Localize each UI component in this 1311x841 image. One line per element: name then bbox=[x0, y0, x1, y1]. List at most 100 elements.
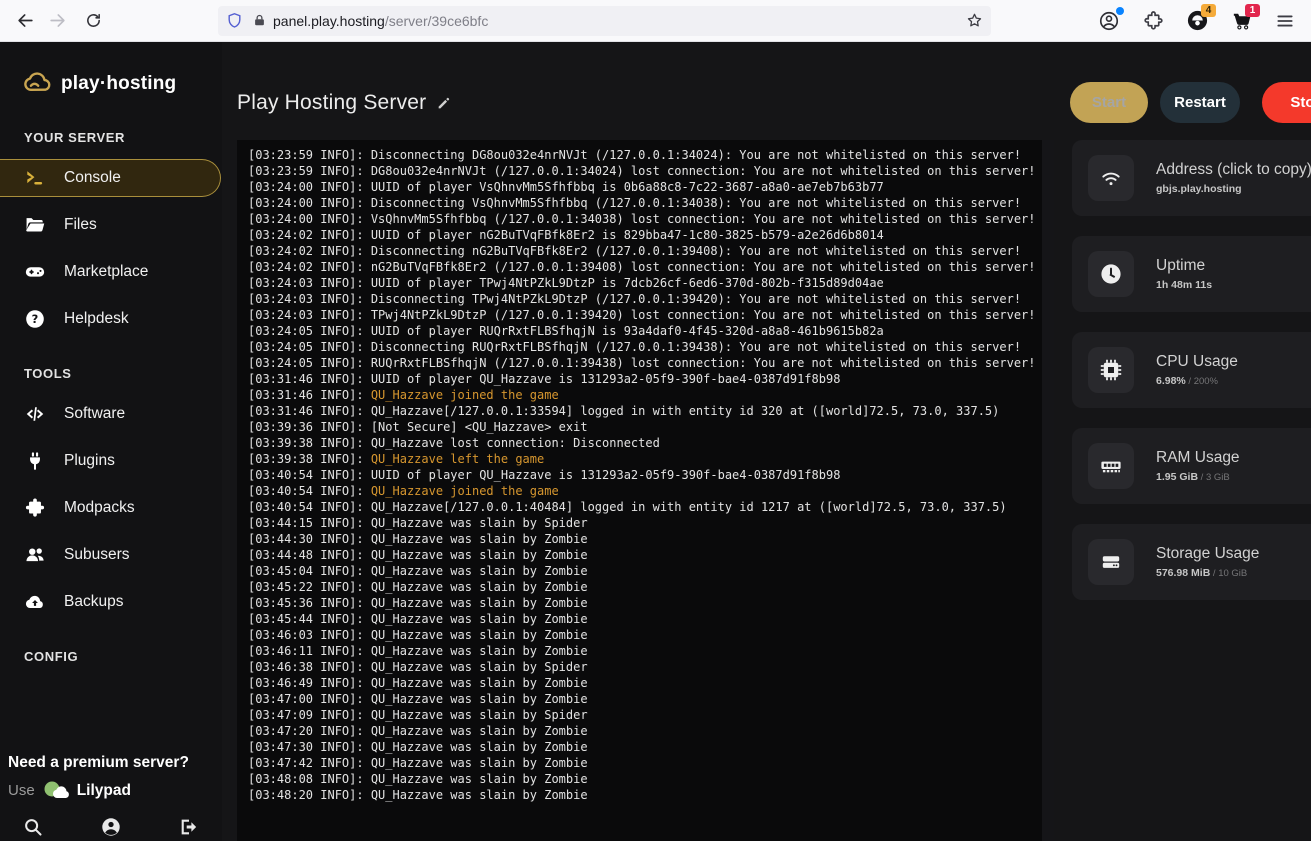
stat-card-uptime: Uptime 1h 48m 11s bbox=[1072, 236, 1311, 312]
log-line: [03:24:02 INFO]: Disconnecting nG2BuTVqF… bbox=[248, 244, 1022, 258]
sidebar-item-label: Backups bbox=[64, 593, 124, 610]
console-output[interactable]: [03:23:59 INFO]: Disconnecting DG8ou032e… bbox=[237, 140, 1054, 841]
log-line: [03:40:54 INFO]: QU_Hazzave joined the g… bbox=[248, 484, 559, 498]
console-log: [03:23:59 INFO]: Disconnecting DG8ou032e… bbox=[248, 147, 1040, 803]
sidebar-nav: YOUR SERVER Console Files Marketplace? Helpd… bbox=[0, 130, 222, 678]
shopping-extension-icon[interactable]: 1 bbox=[1229, 3, 1260, 33]
account-circle-icon[interactable] bbox=[100, 816, 122, 838]
browser-toolbar: panel.play.hosting/server/39ce6bfc 4 1 bbox=[0, 0, 1311, 42]
back-button[interactable] bbox=[10, 6, 40, 36]
server-controls: Start Restart Stop bbox=[1070, 82, 1311, 123]
sidebar-item-label: Software bbox=[64, 405, 126, 422]
log-line: [03:47:00 INFO]: QU_Hazzave was slain by… bbox=[248, 692, 588, 706]
start-button[interactable]: Start bbox=[1070, 82, 1148, 123]
extensions-puzzle-icon[interactable] bbox=[1141, 9, 1165, 33]
stat-card-cpu: CPU Usage 6.98% / 200% bbox=[1072, 332, 1311, 408]
log-line: [03:39:38 INFO]: QU_Hazzave left the gam… bbox=[248, 452, 545, 466]
console-scrollbar[interactable] bbox=[1042, 140, 1054, 841]
adblocker-extension-icon[interactable]: 4 bbox=[1185, 3, 1216, 33]
log-line: [03:40:54 INFO]: QU_Hazzave[/127.0.0.1:4… bbox=[248, 500, 1007, 514]
log-line: [03:24:02 INFO]: UUID of player nG2BuTVq… bbox=[248, 228, 884, 242]
lilypad-logo-icon bbox=[42, 780, 70, 801]
edit-pencil-icon[interactable] bbox=[436, 95, 452, 111]
log-line: [03:39:36 INFO]: [Not Secure] <QU_Hazzav… bbox=[248, 420, 588, 434]
search-icon[interactable] bbox=[22, 816, 44, 838]
log-line: [03:46:11 INFO]: QU_Hazzave was slain by… bbox=[248, 644, 588, 658]
log-line: [03:48:20 INFO]: QU_Hazzave was slain by… bbox=[248, 788, 588, 802]
storage-icon bbox=[1088, 539, 1134, 585]
code-icon bbox=[24, 403, 46, 425]
address-bar[interactable]: panel.play.hosting/server/39ce6bfc bbox=[218, 5, 991, 36]
premium-brand: Lilypad bbox=[76, 781, 131, 799]
sidebar-item-label: Helpdesk bbox=[64, 310, 129, 327]
log-line: [03:23:59 INFO]: Disconnecting DG8ou032e… bbox=[248, 148, 1022, 162]
nav-section-heading: YOUR SERVER bbox=[24, 130, 125, 145]
stat-title: RAM Usage bbox=[1156, 449, 1240, 466]
sidebar-item-console[interactable]: Console bbox=[0, 159, 221, 197]
sidebar-item-modpacks[interactable]: Modpacks bbox=[0, 489, 222, 527]
log-line: [03:45:04 INFO]: QU_Hazzave was slain by… bbox=[248, 564, 588, 578]
tracking-shield-icon[interactable] bbox=[226, 12, 243, 29]
log-line: [03:24:05 INFO]: UUID of player RUQrRxtF… bbox=[248, 324, 884, 338]
sidebar-item-label: Console bbox=[64, 169, 121, 186]
help-icon: ? bbox=[24, 308, 46, 330]
sidebar-item-helpdesk[interactable]: ? Helpdesk bbox=[0, 300, 222, 338]
log-line: [03:40:54 INFO]: UUID of player QU_Hazza… bbox=[248, 468, 841, 482]
log-line: [03:23:59 INFO]: DG8ou032e4nrNVJt (/127.… bbox=[248, 164, 1036, 178]
stop-button[interactable]: Stop bbox=[1262, 82, 1311, 123]
stat-card-address[interactable]: Address (click to copy) gbjs.play.hosting bbox=[1072, 140, 1311, 216]
log-line: [03:45:36 INFO]: QU_Hazzave was slain by… bbox=[248, 596, 588, 610]
logout-icon[interactable] bbox=[178, 816, 200, 838]
sidebar-item-backups[interactable]: Backups bbox=[0, 583, 222, 621]
stat-card-ram: RAM Usage 1.95 GiB / 3 GiB bbox=[1072, 428, 1311, 504]
sidebar-item-software[interactable]: Software bbox=[0, 395, 222, 433]
account-icon[interactable] bbox=[1097, 6, 1124, 33]
stat-title: Uptime bbox=[1156, 257, 1206, 274]
stat-card-storage: Storage Usage 576.98 MiB / 10 GiB bbox=[1072, 524, 1311, 600]
restart-button[interactable]: Restart bbox=[1160, 82, 1240, 123]
adblocker-badge: 4 bbox=[1201, 3, 1216, 17]
log-line: [03:46:49 INFO]: QU_Hazzave was slain by… bbox=[248, 676, 588, 690]
stats-panel: Address (click to copy) gbjs.play.hosting… bbox=[1072, 140, 1311, 841]
shopping-extension-badge: 1 bbox=[1245, 3, 1260, 17]
log-line: [03:47:20 INFO]: QU_Hazzave was slain by… bbox=[248, 724, 588, 738]
sidebar-item-marketplace[interactable]: Marketplace bbox=[0, 253, 222, 291]
brand-logo[interactable]: play·hosting bbox=[0, 42, 222, 96]
log-line: [03:48:08 INFO]: QU_Hazzave was slain by… bbox=[248, 772, 588, 786]
log-line: [03:45:22 INFO]: QU_Hazzave was slain by… bbox=[248, 580, 588, 594]
bookmark-star-icon[interactable] bbox=[966, 12, 983, 29]
users-icon bbox=[24, 544, 46, 566]
log-line: [03:31:46 INFO]: QU_Hazzave joined the g… bbox=[248, 388, 559, 402]
lock-icon[interactable] bbox=[252, 13, 267, 28]
sidebar-item-label: Files bbox=[64, 216, 97, 233]
sidebar-item-label: Modpacks bbox=[64, 499, 135, 516]
reload-button[interactable] bbox=[78, 6, 108, 36]
premium-promo[interactable]: Need a premium server? Use Lilypad bbox=[8, 754, 189, 801]
premium-prefix: Use bbox=[8, 782, 35, 799]
sidebar-item-subusers[interactable]: Subusers bbox=[0, 536, 222, 574]
cpu-icon bbox=[1088, 347, 1134, 393]
sidebar-item-plugins[interactable]: Plugins bbox=[0, 442, 222, 480]
log-line: [03:46:03 INFO]: QU_Hazzave was slain by… bbox=[248, 628, 588, 642]
log-line: [03:31:46 INFO]: QU_Hazzave[/127.0.0.1:3… bbox=[248, 404, 1000, 418]
log-line: [03:47:42 INFO]: QU_Hazzave was slain by… bbox=[248, 756, 588, 770]
wifi-icon bbox=[1088, 155, 1134, 201]
sidebar-item-files[interactable]: Files bbox=[0, 206, 222, 244]
sidebar: play·hosting YOUR SERVER Console Files Mark… bbox=[0, 42, 222, 841]
clock-icon bbox=[1088, 251, 1134, 297]
log-line: [03:46:38 INFO]: QU_Hazzave was slain by… bbox=[248, 660, 588, 674]
nav-section-heading: TOOLS bbox=[24, 366, 72, 381]
stat-title: Storage Usage bbox=[1156, 545, 1260, 562]
stat-value: 576.98 MiB / 10 GiB bbox=[1156, 567, 1248, 579]
stat-value: 1h 48m 11s bbox=[1156, 279, 1213, 291]
sidebar-item-label: Subusers bbox=[64, 546, 130, 563]
folder-icon bbox=[24, 214, 46, 236]
log-line: [03:24:00 INFO]: Disconnecting VsQhnvMm5… bbox=[248, 196, 1022, 210]
forward-button[interactable] bbox=[42, 6, 72, 36]
stat-title: CPU Usage bbox=[1156, 353, 1238, 370]
stat-value: 6.98% / 200% bbox=[1156, 375, 1218, 387]
account-notification-dot bbox=[1116, 6, 1124, 15]
log-line: [03:24:00 INFO]: UUID of player VsQhnvMm… bbox=[248, 180, 884, 194]
menu-hamburger-icon[interactable] bbox=[1273, 9, 1297, 33]
premium-heading: Need a premium server? bbox=[8, 754, 189, 771]
